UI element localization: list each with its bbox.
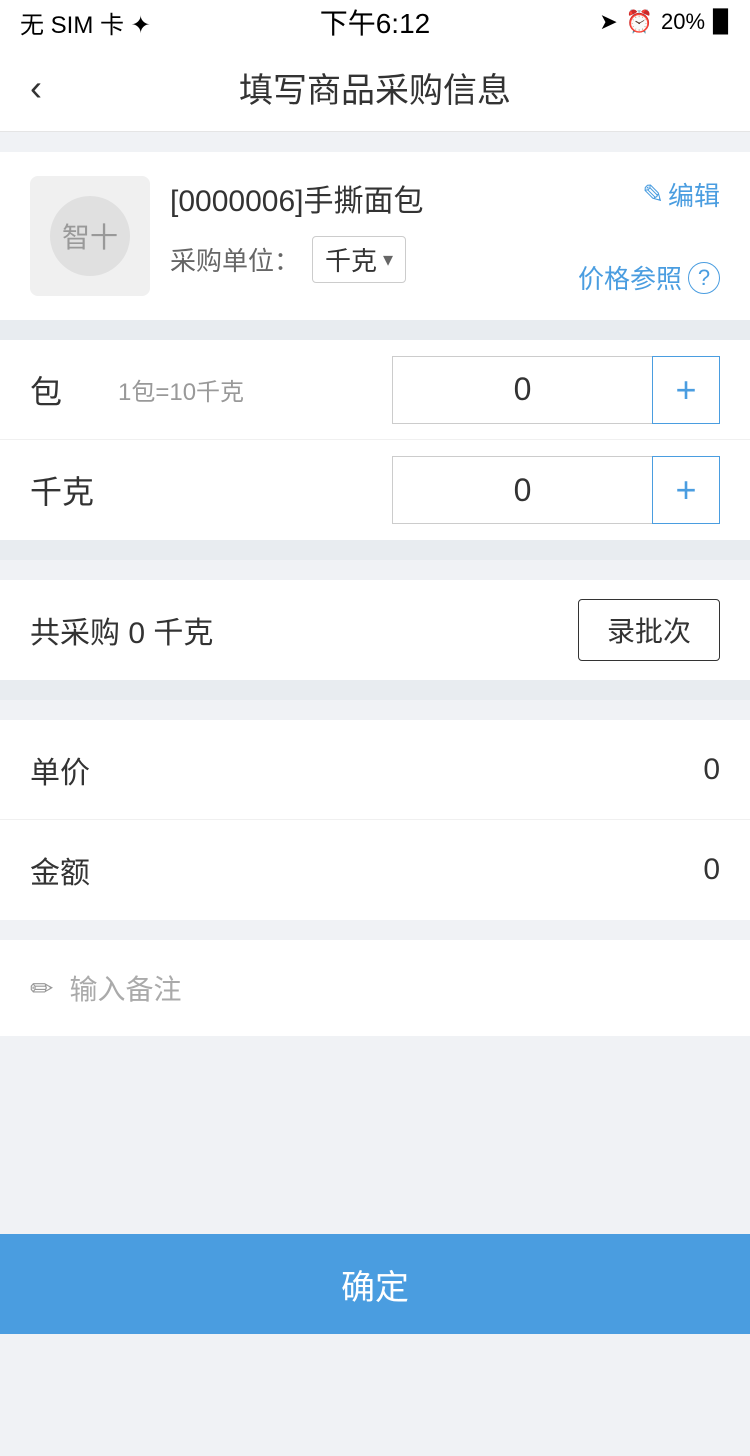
status-indicators: ➤ ⏰ 20% ▉ — [599, 9, 730, 35]
status-time: 下午6:12 — [320, 2, 431, 42]
page-title: 填写商品采购信息 — [239, 63, 511, 112]
kg-input-group: 0 + — [392, 456, 720, 524]
edit-label: 编辑 — [668, 176, 720, 213]
status-carrier: 无 SIM 卡 ✦ — [20, 5, 151, 40]
pencil-icon: ✏ — [30, 972, 53, 1005]
amount-label: 金额 — [30, 848, 90, 892]
unit-price-value: 0 — [703, 753, 720, 787]
kg-plus-button[interactable]: + — [652, 456, 720, 524]
notes-section[interactable]: ✏ 输入备注 — [0, 940, 750, 1036]
summary-section: 共采购 0 千克 录批次 — [0, 580, 750, 680]
bag-input-field[interactable]: 0 — [392, 356, 652, 424]
status-bar: 无 SIM 卡 ✦ 下午6:12 ➤ ⏰ 20% ▉ — [0, 0, 750, 44]
confirm-label: 确定 — [341, 1260, 409, 1309]
alarm-icon: ⏰ — [626, 9, 653, 35]
confirm-button[interactable]: 确定 — [0, 1234, 750, 1334]
price-ref-button[interactable]: 价格参照 ? — [578, 259, 720, 296]
bag-label: 包 — [30, 367, 110, 413]
price-ref-label: 价格参照 — [578, 259, 682, 296]
nav-bar: ‹ 填写商品采购信息 — [0, 44, 750, 132]
location-icon: ➤ — [599, 9, 617, 35]
edit-icon: ✎ — [642, 179, 664, 210]
product-code: [0000006] — [170, 185, 303, 218]
product-image: 智十 — [30, 176, 150, 296]
unit-value: 千克 — [325, 241, 377, 278]
product-logo: 智十 — [50, 196, 130, 276]
kg-value: 0 — [514, 472, 532, 509]
edit-button[interactable]: ✎ 编辑 — [642, 176, 720, 213]
bag-input-row: 包 1包=10千克 0 + — [0, 340, 750, 440]
bag-sub-label: 1包=10千克 — [118, 372, 244, 407]
bag-input-group: 0 + — [392, 356, 720, 424]
amount-value: 0 — [703, 853, 720, 887]
kg-input-row: 千克 0 + — [0, 440, 750, 540]
unit-label: 采购单位： — [170, 241, 300, 278]
summary-row: 共采购 0 千克 录批次 — [0, 580, 750, 680]
divider-1 — [0, 320, 750, 340]
record-batch-button[interactable]: 录批次 — [578, 599, 720, 661]
logo-text: 智十 — [62, 216, 118, 256]
unit-price-label: 单价 — [30, 748, 90, 792]
unit-select[interactable]: 千克 ▾ — [312, 236, 406, 283]
unit-dropdown-arrow: ▾ — [383, 247, 393, 272]
divider-3 — [0, 680, 750, 700]
back-button[interactable]: ‹ — [30, 67, 42, 109]
product-name: [0000006]手撕面包 — [170, 176, 720, 220]
divider-2 — [0, 540, 750, 560]
price-info-section: 单价 0 金额 0 — [0, 720, 750, 920]
amount-row: 金额 0 — [0, 820, 750, 920]
kg-input-field[interactable]: 0 — [392, 456, 652, 524]
notes-placeholder: 输入备注 — [69, 968, 181, 1008]
price-ref-help-icon: ? — [688, 262, 720, 294]
summary-label: 共采购 0 千克 — [30, 608, 213, 652]
product-title: 手撕面包 — [303, 185, 423, 218]
product-card: 智十 [0000006]手撕面包 采购单位： 千克 ▾ ✎ 编辑 价格参照 ? — [0, 152, 750, 320]
battery-icon: ▉ — [713, 9, 730, 35]
bag-value: 0 — [514, 371, 532, 408]
unit-price-row: 单价 0 — [0, 720, 750, 820]
bag-plus-button[interactable]: + — [652, 356, 720, 424]
battery-percent: 20% — [661, 9, 705, 35]
input-section: 包 1包=10千克 0 + 千克 0 + — [0, 340, 750, 540]
kg-label: 千克 — [30, 467, 110, 513]
